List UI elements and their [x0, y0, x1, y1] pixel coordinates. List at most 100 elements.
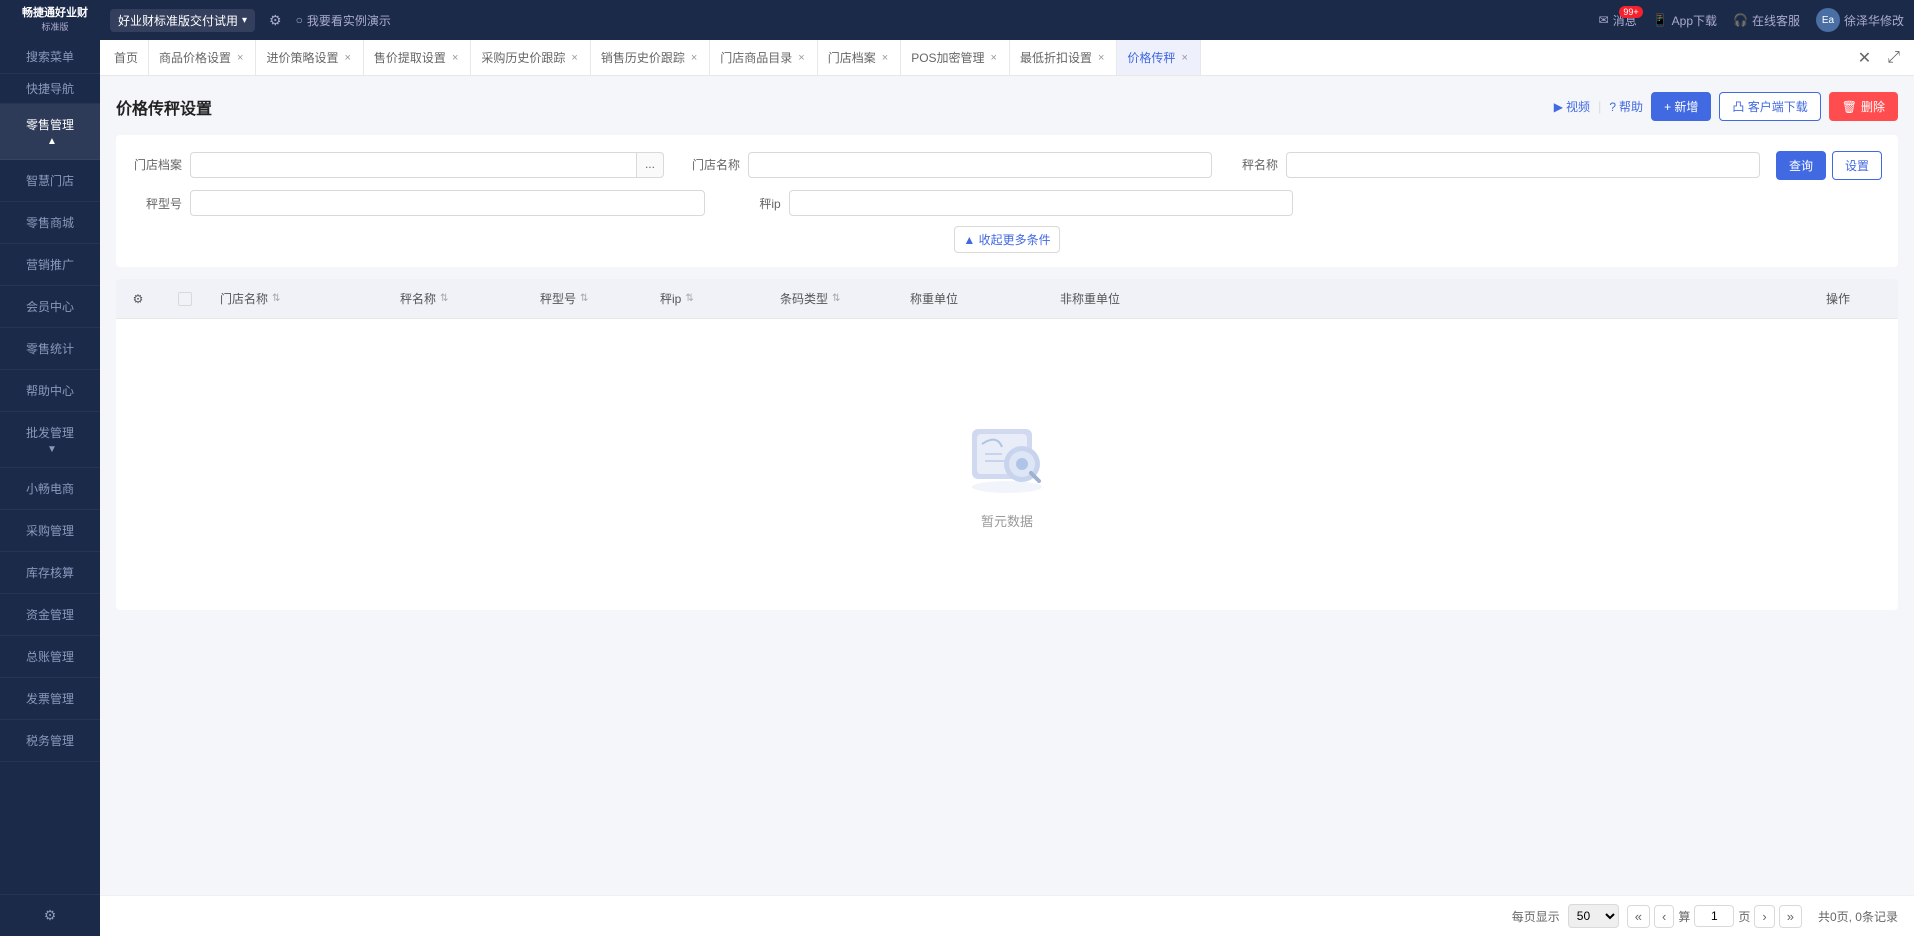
- help-link[interactable]: ? 帮助: [1609, 98, 1643, 115]
- add-button[interactable]: + 新增: [1651, 92, 1711, 121]
- tab-close-store-catalog[interactable]: ×: [796, 51, 806, 65]
- settings-query-button[interactable]: 设置: [1832, 151, 1882, 180]
- collapse-button[interactable]: ▲ 收起更多条件: [954, 226, 1059, 253]
- store-profile-ellipsis-btn[interactable]: ...: [637, 152, 664, 178]
- version-selector[interactable]: 好业财标准版交付试用 ▾: [110, 9, 255, 32]
- video-link[interactable]: ▶ 视频: [1554, 98, 1590, 115]
- tab-min-discount[interactable]: 最低折扣设置 ×: [1010, 40, 1117, 75]
- tab-price-setting[interactable]: 商品价格设置 ×: [149, 40, 256, 75]
- sidebar-item-wholesale[interactable]: 批发管理 ▼: [0, 412, 100, 468]
- store-name-input[interactable]: [748, 152, 1212, 178]
- sidebar-item-purchase[interactable]: 采购管理: [0, 510, 100, 552]
- sidebar-item-retail[interactable]: 零售管理 ▲: [0, 104, 100, 160]
- sidebar-item-smart-store[interactable]: 智慧门店: [0, 160, 100, 202]
- page-content: 价格传秤设置 ▶ 视频 | ? 帮助 + 新增 凸 客户端下载: [100, 76, 1914, 895]
- scale-ip-input[interactable]: [789, 190, 1294, 216]
- avatar: Ea: [1816, 8, 1840, 32]
- form-item-store-name: 门店名称: [680, 152, 1212, 178]
- empty-text: 暂元数据: [981, 511, 1033, 530]
- online-service-area[interactable]: 🎧 在线客服: [1733, 12, 1800, 29]
- tab-home[interactable]: 首页: [104, 40, 149, 75]
- table-header: ⚙ 门店名称 ⇅ 秤名称 ⇅: [116, 279, 1898, 319]
- sidebar-item-retail-mall[interactable]: 零售商城: [0, 202, 100, 244]
- th-barcode-type[interactable]: 条码类型 ⇅: [770, 290, 900, 307]
- gear-icon: ⚙: [133, 292, 144, 306]
- last-page-button[interactable]: »: [1779, 905, 1802, 928]
- help-icon: ?: [1609, 100, 1616, 114]
- store-profile-input-group: ...: [190, 152, 664, 178]
- tab-close-purchase-history[interactable]: ×: [569, 51, 579, 65]
- tab-close-price-scale[interactable]: ×: [1179, 51, 1189, 65]
- logo-area: 畅捷通好业财 标准版: [10, 7, 100, 33]
- tab-close-sale-history[interactable]: ×: [689, 51, 699, 65]
- scale-name-label: 秤名称: [1228, 156, 1278, 173]
- sidebar-item-inventory[interactable]: 库存核算: [0, 552, 100, 594]
- topbar-settings-icon[interactable]: ⚙: [265, 8, 286, 33]
- tab-expand-icon[interactable]: ⤢: [1881, 47, 1906, 69]
- download-client-button[interactable]: 凸 客户端下载: [1719, 92, 1820, 121]
- sidebar-label-inventory: 库存核算: [26, 564, 74, 581]
- main-layout: 搜索菜单 快捷导航 零售管理 ▲ 智慧门店 零售商城 营销推广 会员中心 零售统…: [0, 40, 1914, 936]
- page-nav: « ‹ 算 页 › »: [1627, 905, 1802, 928]
- tab-close-price-setting[interactable]: ×: [235, 51, 245, 65]
- scale-model-input[interactable]: [190, 190, 705, 216]
- sidebar-label-smart-store: 智慧门店: [26, 172, 74, 189]
- search-form: 门店档案 ... 门店名称 秤名称: [116, 135, 1898, 267]
- next-page-button[interactable]: ›: [1754, 905, 1774, 928]
- form-item-scale-name: 秤名称: [1228, 152, 1760, 178]
- sidebar-item-retail-stats[interactable]: 零售统计: [0, 328, 100, 370]
- page-number-input[interactable]: [1694, 905, 1734, 927]
- sidebar-quick-nav[interactable]: 快捷导航: [0, 74, 100, 104]
- scale-name-input[interactable]: [1286, 152, 1760, 178]
- sidebar-item-ecommerce[interactable]: 小畅电商: [0, 468, 100, 510]
- sidebar-item-invoice[interactable]: 发票管理: [0, 678, 100, 720]
- select-all-checkbox[interactable]: [178, 292, 192, 306]
- tab-sale-history[interactable]: 销售历史价跟踪 ×: [591, 40, 710, 75]
- sidebar-search[interactable]: 搜索菜单: [0, 40, 100, 74]
- store-profile-input[interactable]: [190, 152, 637, 178]
- tab-close-store-profile[interactable]: ×: [880, 51, 890, 65]
- prev-page-button[interactable]: ‹: [1654, 905, 1674, 928]
- sidebar-label-invoice: 发票管理: [26, 690, 74, 707]
- tab-close-sale-price[interactable]: ×: [450, 51, 460, 65]
- tab-close-purchase-strategy[interactable]: ×: [342, 51, 352, 65]
- demo-button[interactable]: ○ 我要看实例演示: [296, 12, 391, 29]
- tab-sale-price[interactable]: 售价提取设置 ×: [364, 40, 471, 75]
- message-badge: 99+: [1619, 6, 1642, 18]
- th-model[interactable]: 秤型号 ⇅: [530, 290, 650, 307]
- tab-price-scale[interactable]: 价格传秤 ×: [1117, 40, 1200, 75]
- message-icon-area[interactable]: ✉ 消息 99+: [1599, 12, 1637, 29]
- sidebar-item-tax[interactable]: 税务管理: [0, 720, 100, 762]
- tab-pos-manage[interactable]: POS加密管理 ×: [901, 40, 1010, 75]
- tab-close-min-discount[interactable]: ×: [1096, 51, 1106, 65]
- user-area[interactable]: Ea 徐泽华修改: [1816, 8, 1904, 32]
- dropdown-arrow-icon: ▾: [242, 15, 247, 26]
- th-settings[interactable]: ⚙: [116, 292, 160, 306]
- tab-purchase-history[interactable]: 采购历史价跟踪 ×: [471, 40, 590, 75]
- form-item-scale-model: 秤型号: [132, 190, 705, 216]
- page-header: 价格传秤设置 ▶ 视频 | ? 帮助 + 新增 凸 客户端下载: [116, 92, 1898, 121]
- first-page-button[interactable]: «: [1627, 905, 1650, 928]
- sidebar-item-ledger[interactable]: 总账管理: [0, 636, 100, 678]
- th-store-name[interactable]: 门店名称 ⇅: [210, 290, 390, 307]
- sidebar-item-finance[interactable]: 资金管理: [0, 594, 100, 636]
- sidebar-item-member[interactable]: 会员中心: [0, 286, 100, 328]
- th-ip[interactable]: 秤ip ⇅: [650, 290, 770, 307]
- sidebar-item-marketing[interactable]: 营销推广: [0, 244, 100, 286]
- tab-close-all-icon[interactable]: ✕: [1852, 46, 1877, 70]
- th-scale-name[interactable]: 秤名称 ⇅: [390, 290, 530, 307]
- demo-label: 我要看实例演示: [307, 12, 391, 29]
- delete-button[interactable]: 🗑 删除: [1829, 92, 1898, 121]
- tab-close-pos-manage[interactable]: ×: [989, 51, 999, 65]
- tab-store-profile[interactable]: 门店档案 ×: [818, 40, 901, 75]
- sidebar-settings-icon[interactable]: ⚙: [0, 894, 100, 936]
- page-size-select[interactable]: 10 20 50 100: [1568, 904, 1619, 928]
- query-button[interactable]: 查询: [1776, 151, 1826, 180]
- sidebar-item-help[interactable]: 帮助中心: [0, 370, 100, 412]
- tab-purchase-strategy[interactable]: 进价策略设置 ×: [256, 40, 363, 75]
- app-download-area[interactable]: 📱 App下载: [1653, 12, 1717, 29]
- tab-store-catalog[interactable]: 门店商品目录 ×: [710, 40, 817, 75]
- sidebar-label-retail-stats: 零售统计: [26, 340, 74, 357]
- th-check[interactable]: [160, 292, 210, 306]
- form-item-scale-ip: 秤ip: [721, 190, 1294, 216]
